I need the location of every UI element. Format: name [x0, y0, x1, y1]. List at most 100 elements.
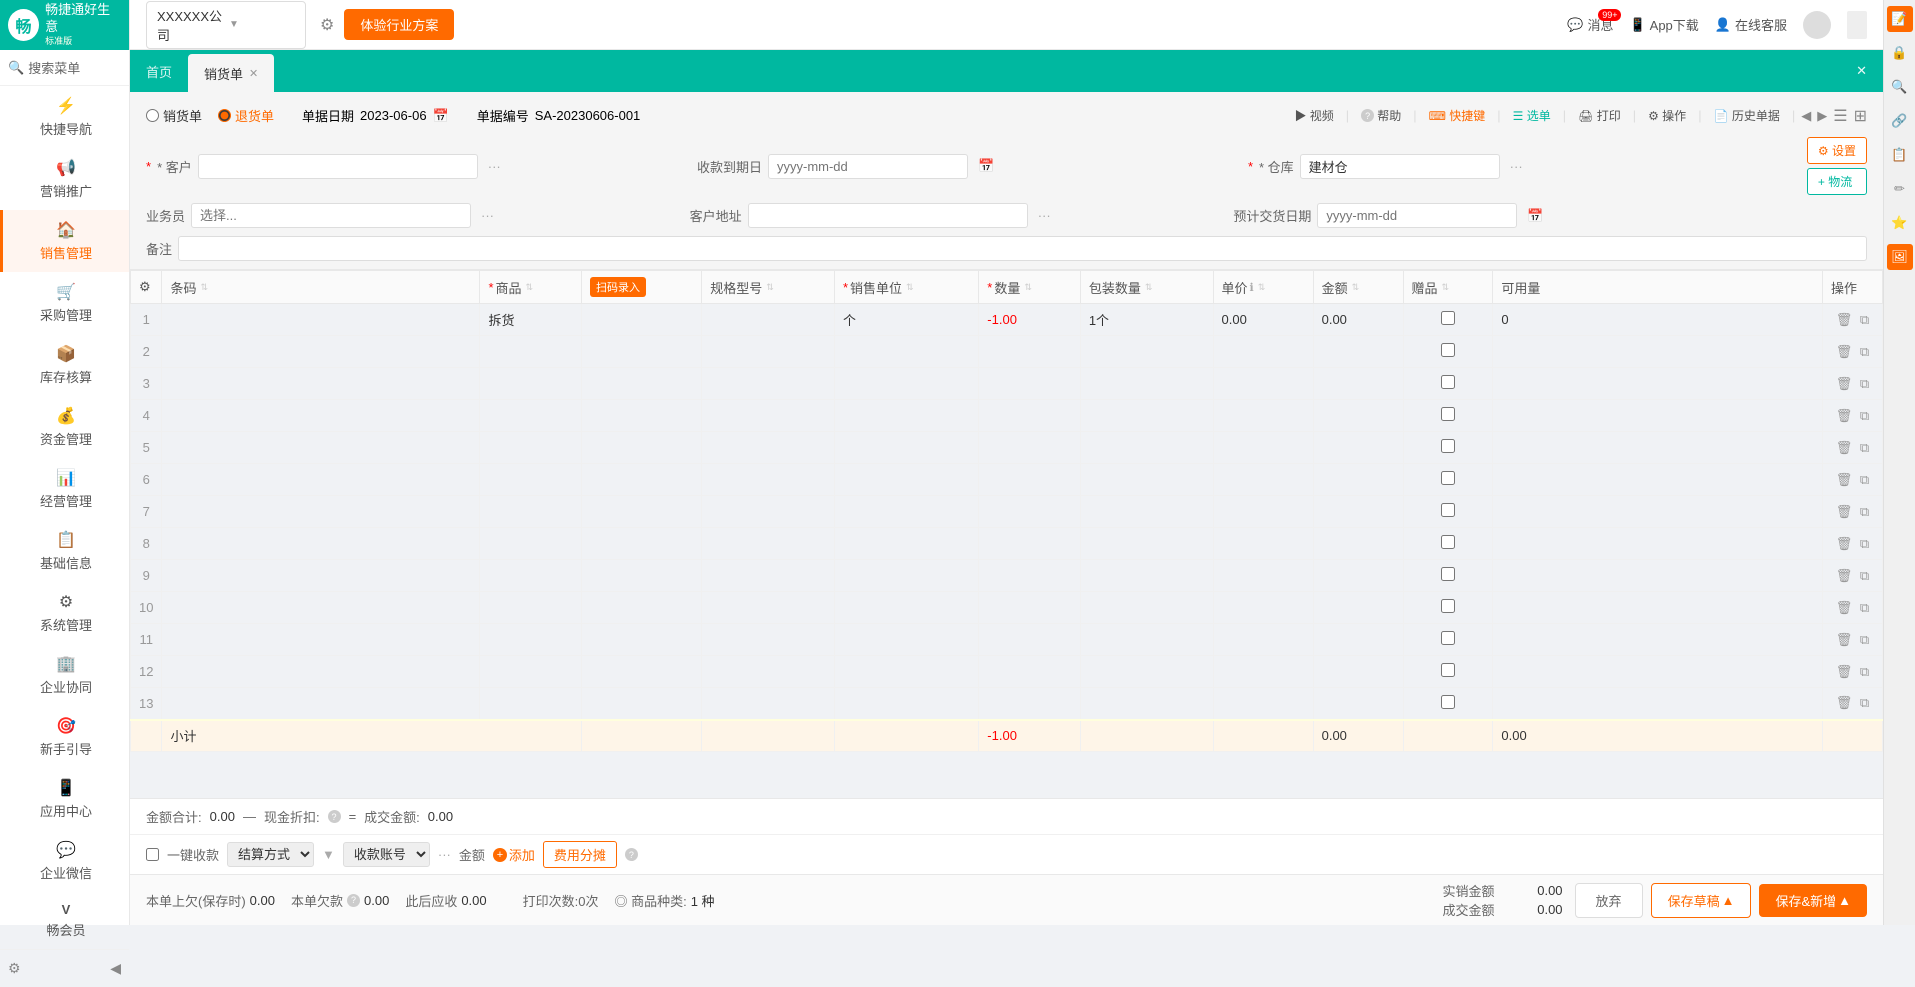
save-draft-button[interactable]: 保存草稿 ▲ [1651, 883, 1752, 918]
delete-icon-6[interactable]: 🗑 [1836, 472, 1853, 487]
unit-price-cell-9[interactable] [1213, 560, 1313, 592]
amount-cell-8[interactable] [1313, 528, 1403, 560]
amount-cell-11[interactable] [1313, 624, 1403, 656]
gift-cell-13[interactable] [1403, 688, 1493, 720]
copy-icon-12[interactable]: ⧉ [1860, 664, 1869, 679]
header-settings-icon[interactable]: ⚙ [320, 15, 334, 35]
product-cell-13[interactable] [480, 688, 582, 720]
copy-icon-13[interactable]: ⧉ [1860, 695, 1869, 710]
history-btn[interactable]: 📄 历史单据 [1708, 104, 1786, 127]
radio-sales[interactable]: 销货单 [146, 106, 202, 125]
amount-cell-4[interactable] [1313, 400, 1403, 432]
product-cell-3[interactable] [480, 368, 582, 400]
copy-icon-8[interactable]: ⧉ [1860, 536, 1869, 551]
barcode-input-10[interactable] [170, 600, 471, 615]
expense-split-btn[interactable]: 费用分摊 [543, 841, 617, 868]
copy-icon-4[interactable]: ⧉ [1860, 408, 1869, 423]
pack-qty-cell-2[interactable] [1080, 336, 1213, 368]
gift-checkbox-3[interactable] [1441, 375, 1455, 389]
pack-qty-cell-10[interactable] [1080, 592, 1213, 624]
grid-view-icon[interactable]: ⊞ [1854, 106, 1867, 126]
delete-icon-7[interactable]: 🗑 [1836, 504, 1853, 519]
quantity-cell-7[interactable] [979, 496, 1081, 528]
unit-price-cell-13[interactable] [1213, 688, 1313, 720]
spec-cell-12[interactable] [702, 656, 835, 688]
panel-icon-1[interactable]: 📝 [1887, 6, 1913, 32]
gift-cell-5[interactable] [1403, 432, 1493, 464]
payment-method-select[interactable]: 结算方式 [227, 842, 314, 867]
amount-cell-1[interactable]: 0.00 [1313, 304, 1403, 336]
spec-cell-10[interactable] [702, 592, 835, 624]
spec-cell-1[interactable] [702, 304, 835, 336]
pack-qty-cell-7[interactable] [1080, 496, 1213, 528]
logistics-btn[interactable]: + 物流 [1807, 168, 1867, 195]
save-new-button[interactable]: 保存&新增 ▲ [1759, 884, 1867, 917]
unit-cell-9[interactable] [834, 560, 978, 592]
sidebar-item-basic[interactable]: 📋 基础信息 [0, 520, 129, 582]
salesperson-more-icon[interactable]: ··· [481, 208, 494, 223]
add-payment-btn[interactable]: + 添加 [493, 845, 535, 864]
spec-cell-3[interactable] [702, 368, 835, 400]
quantity-cell-8[interactable] [979, 528, 1081, 560]
ops-btn[interactable]: ⚙ 操作 [1642, 104, 1692, 127]
copy-icon-6[interactable]: ⧉ [1860, 472, 1869, 487]
pack-qty-cell-11[interactable] [1080, 624, 1213, 656]
close-window-btn[interactable]: ✕ [1840, 63, 1883, 79]
sidebar-item-guide[interactable]: 🎯 新手引导 [0, 706, 129, 768]
quantity-cell-1[interactable]: -1.00 [979, 304, 1081, 336]
copy-icon-9[interactable]: ⧉ [1860, 568, 1869, 583]
unit-cell-5[interactable] [834, 432, 978, 464]
col-settings-header[interactable]: ⚙ [131, 271, 162, 304]
delete-icon-3[interactable]: 🗑 [1836, 376, 1853, 391]
online-service-action[interactable]: 👤 在线客服 [1715, 15, 1787, 34]
app-download-action[interactable]: 📱 App下载 [1629, 15, 1698, 34]
gift-checkbox-9[interactable] [1441, 567, 1455, 581]
delete-icon-1[interactable]: 🗑 [1836, 312, 1853, 327]
gift-checkbox-5[interactable] [1441, 439, 1455, 453]
gift-cell-10[interactable] [1403, 592, 1493, 624]
barcode-input-9[interactable] [170, 568, 471, 583]
customer-input[interactable] [198, 154, 478, 179]
gift-checkbox-12[interactable] [1441, 663, 1455, 677]
payment-date-input[interactable] [768, 154, 968, 179]
gift-checkbox-7[interactable] [1441, 503, 1455, 517]
delete-icon-11[interactable]: 🗑 [1836, 632, 1853, 647]
delete-icon-12[interactable]: 🗑 [1836, 664, 1853, 679]
amount-cell-9[interactable] [1313, 560, 1403, 592]
warehouse-more-icon[interactable]: ··· [1510, 159, 1523, 174]
quantity-cell-11[interactable] [979, 624, 1081, 656]
shortcut-btn[interactable]: ⌨ 快捷键 [1423, 104, 1492, 127]
gift-checkbox-4[interactable] [1441, 407, 1455, 421]
tab-sales-order[interactable]: 销货单 ✕ [188, 54, 274, 92]
customer-more-icon[interactable]: ··· [488, 159, 501, 174]
barcode-cell-4[interactable] [162, 400, 480, 432]
amount-cell-13[interactable] [1313, 688, 1403, 720]
delete-icon-4[interactable]: 🗑 [1836, 408, 1853, 423]
copy-icon-10[interactable]: ⧉ [1860, 600, 1869, 615]
product-cell-9[interactable] [480, 560, 582, 592]
product-cell-11[interactable] [480, 624, 582, 656]
pack-qty-cell-3[interactable] [1080, 368, 1213, 400]
barcode-cell-1[interactable] [162, 304, 480, 336]
company-selector[interactable]: XXXXXX公司 ▼ [146, 1, 306, 49]
sidebar-item-shortcut[interactable]: ⚡ 快捷导航 [0, 86, 129, 148]
barcode-input-3[interactable] [170, 376, 471, 391]
quantity-cell-5[interactable] [979, 432, 1081, 464]
sidebar-item-member[interactable]: V 畅会员 [0, 892, 129, 949]
unit-cell-2[interactable] [834, 336, 978, 368]
radio-return[interactable]: 退货单 [218, 106, 274, 125]
product-cell-2[interactable] [480, 336, 582, 368]
gift-checkbox-11[interactable] [1441, 631, 1455, 645]
product-cell-5[interactable] [480, 432, 582, 464]
spec-cell-8[interactable] [702, 528, 835, 560]
copy-icon-1[interactable]: ⧉ [1860, 312, 1869, 327]
unit-price-cell-1[interactable]: 0.00 [1213, 304, 1313, 336]
amount-cell-5[interactable] [1313, 432, 1403, 464]
delete-icon-2[interactable]: 🗑 [1836, 344, 1853, 359]
pack-qty-cell-12[interactable] [1080, 656, 1213, 688]
gift-cell-1[interactable] [1403, 304, 1493, 336]
gift-cell-3[interactable] [1403, 368, 1493, 400]
unit-cell-3[interactable] [834, 368, 978, 400]
spec-cell-2[interactable] [702, 336, 835, 368]
unit-cell-8[interactable] [834, 528, 978, 560]
